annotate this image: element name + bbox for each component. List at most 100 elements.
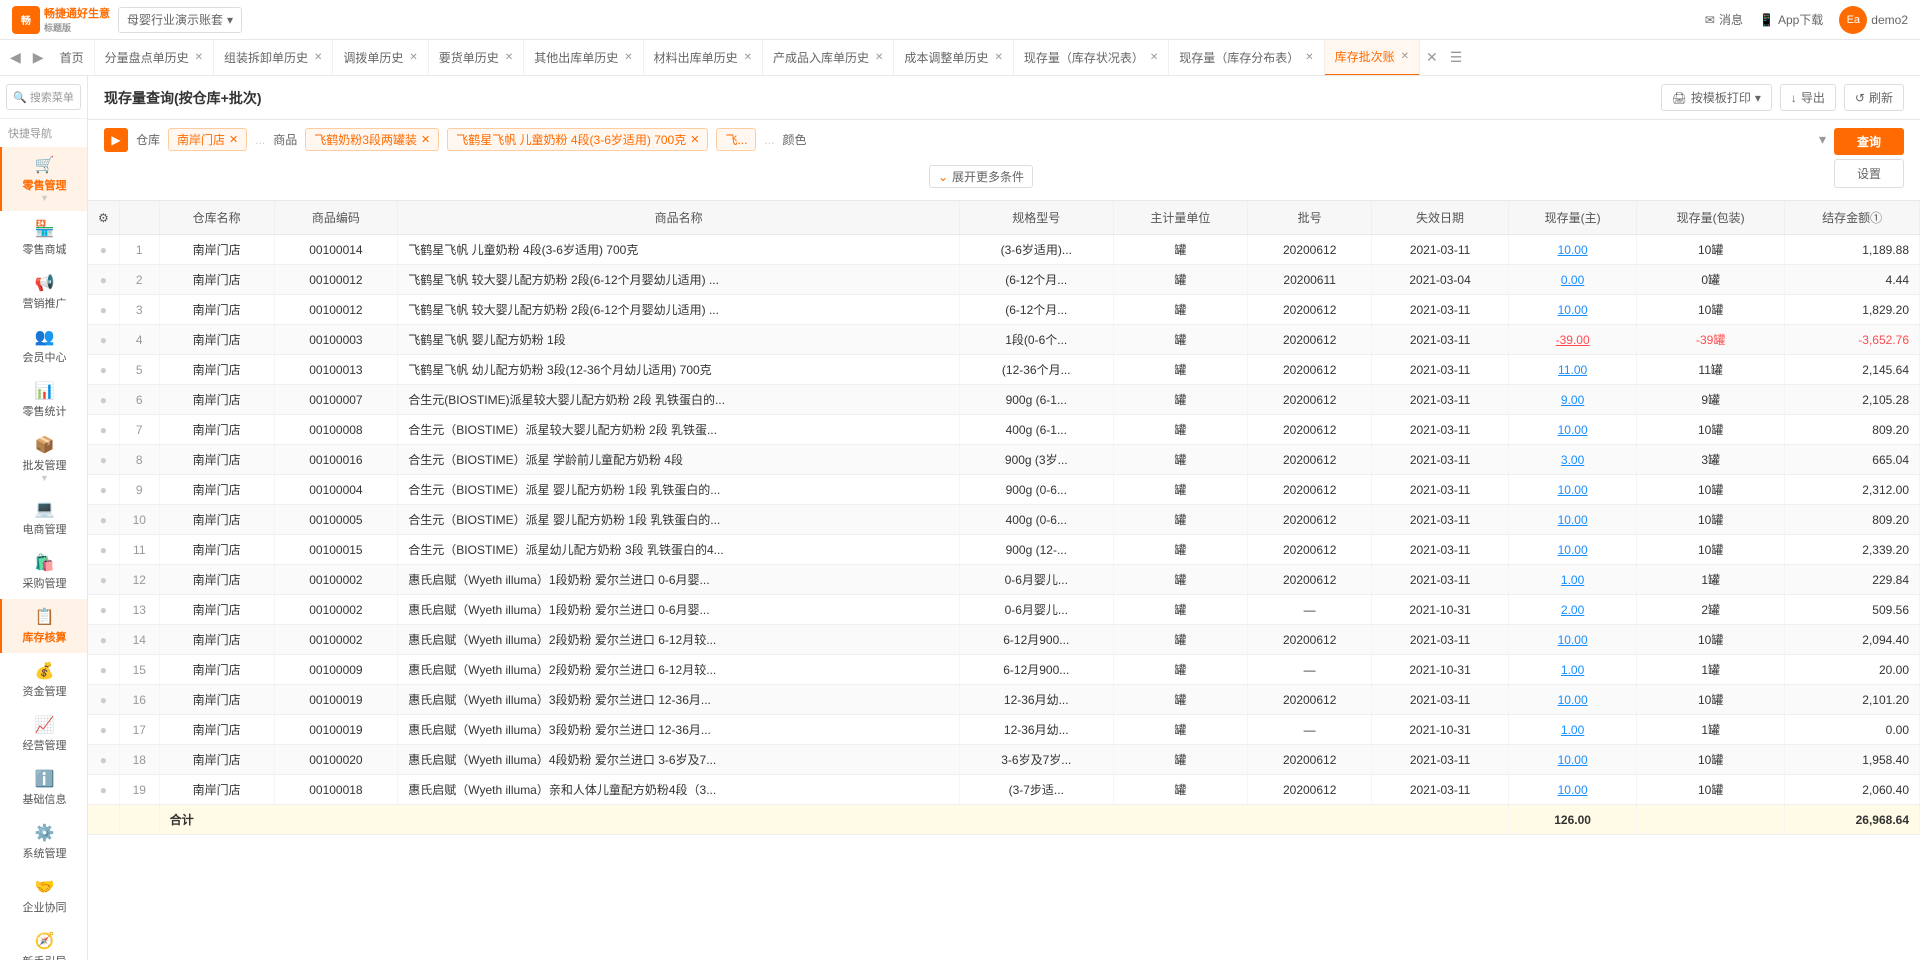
warehouse-filter-tag[interactable]: 南岸门店 ✕ — [168, 128, 247, 151]
cell-qty-main[interactable]: 11.00 — [1509, 355, 1637, 385]
cell-qty-main[interactable]: 0.00 — [1509, 265, 1637, 295]
goods-filter-more[interactable]: 飞... — [716, 128, 756, 151]
nav-dropdown[interactable]: 母婴行业演示账套 ▾ — [118, 7, 242, 33]
tab-close-1[interactable]: ✕ — [195, 52, 203, 63]
goods-tag1-close[interactable]: ✕ — [421, 133, 430, 146]
cell-settings[interactable]: ● — [88, 235, 119, 265]
sidebar-item-sys-mgmt[interactable]: ⚙️系统管理 — [0, 815, 87, 869]
cell-qty-main[interactable]: 1.00 — [1509, 715, 1637, 745]
sidebar-item-enterprise[interactable]: 🤝企业协同 — [0, 869, 87, 923]
sidebar-item-new-guide[interactable]: 🧭新手引导 — [0, 923, 87, 960]
tab-item-10[interactable]: 现存量（库存分布表）✕ — [1169, 40, 1324, 76]
cell-qty-main[interactable]: 10.00 — [1509, 505, 1637, 535]
tab-item-6[interactable]: 材料出库单历史✕ — [644, 40, 763, 76]
cell-qty-main[interactable]: 1.00 — [1509, 655, 1637, 685]
cell-qty-main[interactable]: 10.00 — [1509, 625, 1637, 655]
cell-qty-main[interactable]: -39.00 — [1509, 325, 1637, 355]
app-download-btn[interactable]: 📱 App下载 — [1759, 11, 1823, 28]
cell-settings[interactable]: ● — [88, 655, 119, 685]
tab-item-2[interactable]: 组装拆卸单历史✕ — [214, 40, 333, 76]
cell-qty-main[interactable]: 2.00 — [1509, 595, 1637, 625]
tab-item-4[interactable]: 要货单历史✕ — [429, 40, 524, 76]
sidebar-item-finance[interactable]: 💰资金管理 — [0, 653, 87, 707]
toggle-filter-btn[interactable]: ▶ — [104, 128, 128, 152]
cell-settings[interactable]: ● — [88, 715, 119, 745]
cell-qty-main[interactable]: 1.00 — [1509, 565, 1637, 595]
sidebar-item-purchase[interactable]: 🛍️采购管理 — [0, 545, 87, 599]
sidebar-item-retail-mgmt[interactable]: 🛒零售管理▼ — [0, 147, 87, 211]
goods-tag2-close[interactable]: ✕ — [690, 133, 699, 146]
expand-btn[interactable]: ⌄ 展开更多条件 — [929, 165, 1033, 188]
cell-settings[interactable]: ● — [88, 595, 119, 625]
cell-settings[interactable]: ● — [88, 385, 119, 415]
tab-item-3[interactable]: 调拨单历史✕ — [333, 40, 428, 76]
cell-qty-main[interactable]: 10.00 — [1509, 295, 1637, 325]
tab-nav-prev[interactable]: ◀ — [4, 49, 27, 66]
cell-settings[interactable]: ● — [88, 265, 119, 295]
tab-item-0[interactable]: 首页 — [50, 40, 95, 76]
sidebar-item-retail-shop[interactable]: 🏪零售商城 — [0, 211, 87, 265]
cell-settings[interactable]: ● — [88, 745, 119, 775]
tab-item-5[interactable]: 其他出库单历史✕ — [524, 40, 643, 76]
cell-settings[interactable]: ● — [88, 685, 119, 715]
sidebar-item-inventory[interactable]: 📋库存核算 — [0, 599, 87, 653]
cell-qty-main[interactable]: 10.00 — [1509, 475, 1637, 505]
cell-qty-main[interactable]: 9.00 — [1509, 385, 1637, 415]
cell-qty-main[interactable]: 10.00 — [1509, 235, 1637, 265]
tab-close-6[interactable]: ✕ — [744, 52, 752, 63]
cell-settings[interactable]: ● — [88, 295, 119, 325]
tab-close-11[interactable]: ✕ — [1401, 51, 1409, 62]
cell-settings[interactable]: ● — [88, 625, 119, 655]
tab-close-5[interactable]: ✕ — [624, 52, 632, 63]
tab-close-9[interactable]: ✕ — [1150, 52, 1158, 63]
cell-qty-main[interactable]: 10.00 — [1509, 745, 1637, 775]
sidebar-item-ops[interactable]: 📈经营管理 — [0, 707, 87, 761]
print-btn[interactable]: 🖨 按模板打印 ▾ — [1661, 84, 1772, 111]
color-dropdown-icon[interactable]: ▾ — [1819, 131, 1826, 148]
tab-close-2[interactable]: ✕ — [314, 52, 322, 63]
sidebar-item-wholesale[interactable]: 📦批发管理▼ — [0, 427, 87, 491]
message-btn[interactable]: ✉ 消息 — [1705, 11, 1743, 28]
cell-qty-main[interactable]: 10.00 — [1509, 535, 1637, 565]
cell-settings[interactable]: ● — [88, 445, 119, 475]
goods-filter-tag2[interactable]: 飞鹤星飞帆 儿童奶粉 4段(3-6岁适用) 700克 ✕ — [447, 128, 708, 151]
export-btn[interactable]: ↓ 导出 — [1780, 84, 1836, 111]
tab-close-8[interactable]: ✕ — [994, 52, 1002, 63]
sidebar-item-marketing[interactable]: 📢营销推广 — [0, 265, 87, 319]
refresh-btn[interactable]: ↺ 刷新 — [1844, 84, 1904, 111]
cell-settings[interactable]: ● — [88, 415, 119, 445]
tab-item-8[interactable]: 成本调整单历史✕ — [894, 40, 1013, 76]
tab-nav-next[interactable]: ▶ — [27, 49, 50, 66]
tab-close-4[interactable]: ✕ — [505, 52, 513, 63]
goods-filter-tag1[interactable]: 飞鹤奶粉3段两罐装 ✕ — [305, 128, 439, 151]
setting-btn[interactable]: 设置 — [1834, 159, 1904, 188]
cell-qty-main[interactable]: 10.00 — [1509, 415, 1637, 445]
tab-close-7[interactable]: ✕ — [875, 52, 883, 63]
cell-qty-main[interactable]: 10.00 — [1509, 685, 1637, 715]
tab-item-7[interactable]: 产成品入库单历史✕ — [763, 40, 894, 76]
cell-settings[interactable]: ● — [88, 535, 119, 565]
tab-item-1[interactable]: 分量盘点单历史✕ — [95, 40, 214, 76]
tab-close-10[interactable]: ✕ — [1305, 52, 1313, 63]
cell-settings[interactable]: ● — [88, 775, 119, 805]
sidebar-item-basic-info[interactable]: ℹ️基础信息 — [0, 761, 87, 815]
sidebar-item-ecommerce[interactable]: 💻电商管理 — [0, 491, 87, 545]
tab-item-11[interactable]: 库存批次账✕ — [1325, 40, 1420, 76]
warehouse-tag-close[interactable]: ✕ — [229, 133, 238, 146]
cell-settings[interactable]: ● — [88, 325, 119, 355]
tab-item-9[interactable]: 现存量（库存状况表）✕ — [1014, 40, 1169, 76]
tab-close-all[interactable]: ✕ — [1420, 49, 1444, 66]
cell-qty-main[interactable]: 3.00 — [1509, 445, 1637, 475]
cell-settings[interactable]: ● — [88, 355, 119, 385]
user-area[interactable]: Ea demo2 — [1839, 6, 1908, 34]
cell-qty-main[interactable]: 10.00 — [1509, 775, 1637, 805]
search-menu-btn[interactable]: 🔍 搜索菜单 — [6, 84, 81, 110]
cell-settings[interactable]: ● — [88, 565, 119, 595]
cell-settings[interactable]: ● — [88, 475, 119, 505]
cell-settings[interactable]: ● — [88, 505, 119, 535]
sidebar-item-retail-stats[interactable]: 📊零售统计 — [0, 373, 87, 427]
th-settings[interactable]: ⚙ — [88, 201, 119, 235]
query-btn[interactable]: 查询 — [1834, 128, 1904, 155]
sidebar-item-member[interactable]: 👥会员中心 — [0, 319, 87, 373]
tab-close-3[interactable]: ✕ — [409, 52, 417, 63]
